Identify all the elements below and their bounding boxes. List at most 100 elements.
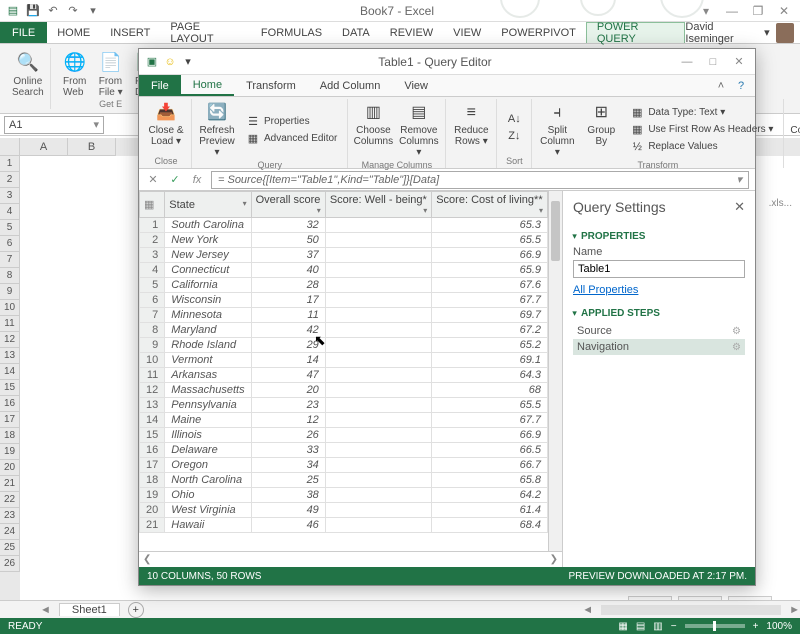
row-header[interactable]: 12 — [0, 332, 20, 348]
properties-button[interactable]: ☰Properties — [242, 113, 341, 129]
row-header[interactable]: 10 — [0, 300, 20, 316]
choose-columns-button[interactable]: ▥Choose Columns — [354, 101, 392, 158]
table-row[interactable]: 6Wisconsin1767.7 — [140, 293, 548, 308]
col-header[interactable]: B — [68, 138, 116, 156]
table-row[interactable]: 16Delaware3366.5 — [140, 443, 548, 458]
save-icon[interactable]: 💾 — [26, 4, 40, 18]
qe-qat-dropdown-icon[interactable]: ▾ — [181, 55, 195, 69]
row-header[interactable]: 1 — [0, 156, 20, 172]
table-row[interactable]: 19Ohio3864.2 — [140, 488, 548, 503]
sheet-nav-left-icon[interactable]: ◄ — [40, 604, 51, 616]
row-header[interactable]: 20 — [0, 460, 20, 476]
col-header[interactable]: A — [20, 138, 68, 156]
qe-commit-icon[interactable]: ✓ — [167, 172, 183, 188]
tab-power-query[interactable]: POWER QUERY — [586, 22, 686, 43]
settings-close-icon[interactable]: ✕ — [734, 199, 745, 215]
row-header[interactable]: 8 — [0, 268, 20, 284]
table-row[interactable]: 10Vermont1469.1 — [140, 353, 548, 368]
row-header[interactable]: 19 — [0, 444, 20, 460]
view-page-layout-icon[interactable]: ▤ — [636, 621, 645, 632]
qe-emoji-icon[interactable]: ☺ — [163, 55, 177, 69]
table-row[interactable]: 18North Carolina2565.8 — [140, 473, 548, 488]
close-load-button[interactable]: 📥Close & Load ▾ — [147, 101, 185, 154]
applied-steps-section[interactable]: APPLIED STEPS — [573, 308, 745, 319]
hscrollbar[interactable]: ❮❯ — [139, 551, 562, 567]
qe-fx-icon[interactable]: fx — [189, 172, 205, 188]
tab-powerpivot[interactable]: POWERPIVOT — [491, 22, 586, 43]
query-name-input[interactable] — [573, 260, 745, 278]
table-row[interactable]: 3New Jersey3766.9 — [140, 248, 548, 263]
from-web-button[interactable]: 🌐From Web — [61, 48, 89, 98]
sheet-tab[interactable]: Sheet1 — [59, 603, 120, 616]
name-box[interactable]: A1▾ — [4, 116, 104, 134]
row-header[interactable]: 22 — [0, 492, 20, 508]
row-header[interactable]: 11 — [0, 316, 20, 332]
undo-icon[interactable]: ↶ — [46, 4, 60, 18]
row-header[interactable]: 9 — [0, 284, 20, 300]
data-type-button[interactable]: ▦Data Type: Text ▾ — [626, 105, 777, 121]
column-header[interactable]: ▦ — [140, 192, 165, 218]
data-grid[interactable]: ▦State▾Overall score▾Score: Well - being… — [139, 191, 548, 551]
hscroll-left-icon[interactable]: ◄ — [582, 604, 593, 616]
table-row[interactable]: 20West Virginia4961.4 — [140, 503, 548, 518]
table-row[interactable]: 17Oregon3466.7 — [140, 458, 548, 473]
qe-tab-view[interactable]: View — [392, 75, 440, 96]
redo-icon[interactable]: ↷ — [66, 4, 80, 18]
vscrollbar[interactable] — [548, 191, 562, 551]
tab-view[interactable]: VIEW — [443, 22, 491, 43]
combine-button[interactable]: ▦Combine ▾ — [790, 101, 800, 164]
zoom-slider[interactable] — [685, 624, 745, 628]
tab-file[interactable]: FILE — [0, 22, 47, 43]
close-icon[interactable]: ✕ — [772, 2, 796, 20]
table-row[interactable]: 8Maryland4267.2 — [140, 323, 548, 338]
qe-collapse-ribbon-icon[interactable]: ˄ — [713, 78, 729, 94]
table-row[interactable]: 7Minnesota1169.7 — [140, 308, 548, 323]
zoom-out-icon[interactable]: − — [671, 621, 677, 632]
view-page-break-icon[interactable]: ▥ — [653, 621, 662, 632]
restore-icon[interactable]: ❐ — [746, 2, 770, 20]
tab-formulas[interactable]: FORMULAS — [251, 22, 332, 43]
row-header[interactable]: 4 — [0, 204, 20, 220]
row-header[interactable]: 6 — [0, 236, 20, 252]
from-file-button[interactable]: 📄From File ▾ — [97, 48, 125, 98]
row-header[interactable]: 18 — [0, 428, 20, 444]
row-header[interactable]: 25 — [0, 540, 20, 556]
qat-dropdown-icon[interactable]: ▾ — [86, 4, 100, 18]
row-header[interactable]: 15 — [0, 380, 20, 396]
refresh-preview-button[interactable]: 🔄Refresh Preview ▾ — [198, 101, 236, 158]
qe-help-icon[interactable]: ? — [733, 78, 749, 94]
sort-desc-button[interactable]: Z↓ — [503, 128, 525, 144]
row-header[interactable]: 17 — [0, 412, 20, 428]
applied-step[interactable]: Navigation⚙ — [573, 339, 745, 355]
row-header[interactable]: 2 — [0, 172, 20, 188]
group-by-button[interactable]: ⊞Group By — [582, 101, 620, 158]
view-normal-icon[interactable]: ▦ — [618, 621, 627, 632]
table-row[interactable]: 13Pennsylvania2365.5 — [140, 398, 548, 413]
row-header[interactable]: 23 — [0, 508, 20, 524]
table-row[interactable]: 2New York5065.5 — [140, 233, 548, 248]
qe-tab-add-column[interactable]: Add Column — [308, 75, 393, 96]
remove-columns-button[interactable]: ▤Remove Columns ▾ — [398, 101, 439, 158]
hscrollbar[interactable] — [601, 605, 781, 615]
qe-tab-file[interactable]: File — [139, 75, 181, 96]
select-all-corner[interactable] — [0, 138, 20, 156]
gear-icon[interactable]: ⚙ — [732, 326, 741, 337]
table-row[interactable]: 5California2867.6 — [140, 278, 548, 293]
reduce-rows-button[interactable]: ≡Reduce Rows ▾ — [452, 101, 490, 164]
row-header[interactable]: 21 — [0, 476, 20, 492]
row-header[interactable]: 16 — [0, 396, 20, 412]
properties-section[interactable]: PROPERTIES — [573, 231, 745, 242]
first-row-headers-button[interactable]: ▦Use First Row As Headers ▾ — [626, 122, 777, 138]
qe-maximize-icon[interactable]: □ — [701, 53, 725, 71]
table-row[interactable]: 14Maine1267.7 — [140, 413, 548, 428]
add-sheet-button[interactable]: + — [128, 602, 144, 618]
table-row[interactable]: 21Hawaii4668.4 — [140, 518, 548, 533]
zoom-in-icon[interactable]: + — [753, 621, 759, 632]
row-header[interactable]: 7 — [0, 252, 20, 268]
hscroll-right-icon[interactable]: ► — [789, 604, 800, 616]
gear-icon[interactable]: ⚙ — [732, 342, 741, 353]
split-column-button[interactable]: ⫞Split Column ▾ — [538, 101, 576, 158]
table-row[interactable]: 9Rhode Island2965.2 — [140, 338, 548, 353]
tab-data[interactable]: DATA — [332, 22, 380, 43]
qe-tab-home[interactable]: Home — [181, 75, 234, 96]
